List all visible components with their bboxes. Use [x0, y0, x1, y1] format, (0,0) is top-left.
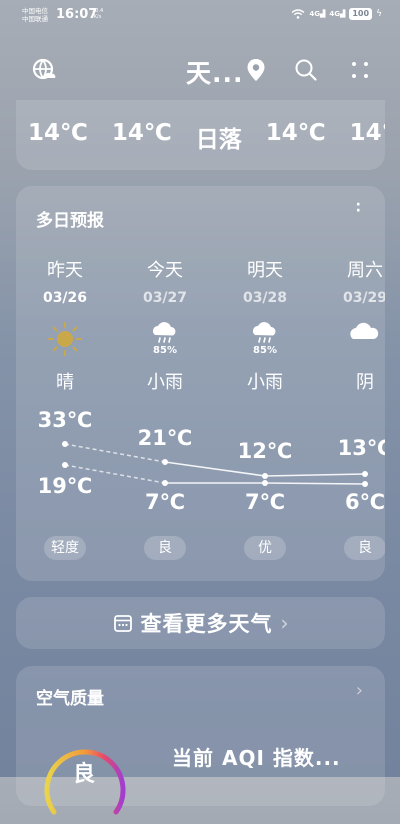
signal-1-icon: 4G▟ — [309, 10, 326, 18]
air-quality-pill: 良 — [144, 536, 186, 560]
aqi-level: 良 — [73, 762, 96, 787]
carrier-2: 中国联通 — [22, 15, 48, 23]
location-pin-icon[interactable] — [242, 56, 270, 84]
high-temp: 21℃ — [137, 426, 193, 450]
network-speed-unit: K/s — [93, 14, 102, 20]
globe-weather-icon[interactable] — [30, 56, 58, 84]
air-quality-card[interactable]: 空气质量 › 良 当前 AQI 指数... — [16, 666, 385, 815]
charging-icon: ϟ — [376, 9, 382, 19]
high-point — [162, 459, 168, 465]
high-temp: 13℃ — [337, 436, 385, 460]
high-point — [262, 473, 268, 479]
air-quality-title: 空气质量 — [36, 689, 104, 709]
status-icons: 4G▟ 4G▟ 100 ϟ — [291, 8, 382, 20]
hourly-strip-row: 14℃ 14℃ 日落 14℃ 14℃ — [28, 120, 385, 154]
low-temp: 6℃ — [344, 490, 385, 514]
air-quality-pill: 轻度 — [44, 536, 86, 560]
signal-2-icon: 4G▟ — [329, 10, 346, 18]
chevron-right-icon: › — [280, 611, 289, 635]
temperature-trend-lines — [62, 441, 368, 487]
high-temp: 33℃ — [37, 408, 93, 432]
more-grid-icon[interactable] — [346, 56, 374, 84]
chevron-right-icon[interactable]: › — [356, 680, 363, 701]
status-bar: 中国电信 中国联通 16:07 90.4 K/s 4G▟ 4G▟ 100 ϟ — [0, 0, 400, 32]
low-temp: 7℃ — [144, 490, 186, 514]
search-icon[interactable] — [292, 56, 320, 84]
low-point — [62, 462, 68, 468]
hourly-strip[interactable]: 14℃ 14℃ 日落 14℃ 14℃ — [16, 100, 385, 170]
high-point — [362, 471, 368, 477]
low-temp: 7℃ — [244, 490, 286, 514]
hourly-item: 14℃ — [111, 120, 172, 146]
multi-day-forecast-card: 多日预报 · · 昨天 今天 明天 周六 03/26 03/27 03/28 03… — [16, 186, 385, 581]
low-temp: 19℃ — [37, 474, 93, 498]
low-point — [162, 480, 168, 486]
high-point — [62, 441, 68, 447]
low-point — [262, 480, 268, 486]
signal-1-label: 4G — [309, 10, 320, 18]
city-name[interactable]: 天... — [186, 54, 244, 90]
carrier-1: 中国电信 — [22, 7, 48, 15]
more-weather-label: 查看更多天气 — [140, 612, 273, 636]
network-speed: 90.4 K/s — [92, 8, 103, 20]
wifi-icon — [291, 9, 305, 19]
low-point — [362, 481, 368, 487]
hourly-item: 14℃ — [28, 120, 88, 146]
app-header: 天... — [0, 46, 400, 94]
battery-icon: 100 — [349, 8, 373, 20]
air-quality-pill: 优 — [244, 536, 286, 560]
high-temp: 12℃ — [237, 439, 293, 463]
more-weather-button[interactable]: 查看更多天气 › — [16, 597, 385, 649]
signal-2-label: 4G — [329, 10, 340, 18]
carrier-labels: 中国电信 中国联通 — [22, 7, 48, 23]
aqi-summary: 当前 AQI 指数... — [172, 746, 341, 770]
calendar-icon — [113, 615, 132, 632]
air-quality-pill: 良 — [344, 536, 385, 560]
hourly-item: 日落 — [195, 127, 242, 153]
forecast-days[interactable]: 多日预报 · · 昨天 今天 明天 周六 03/26 03/27 03/28 03… — [16, 186, 385, 581]
hourly-item: 14℃ — [349, 120, 385, 146]
hourly-item: 14℃ — [265, 120, 326, 146]
